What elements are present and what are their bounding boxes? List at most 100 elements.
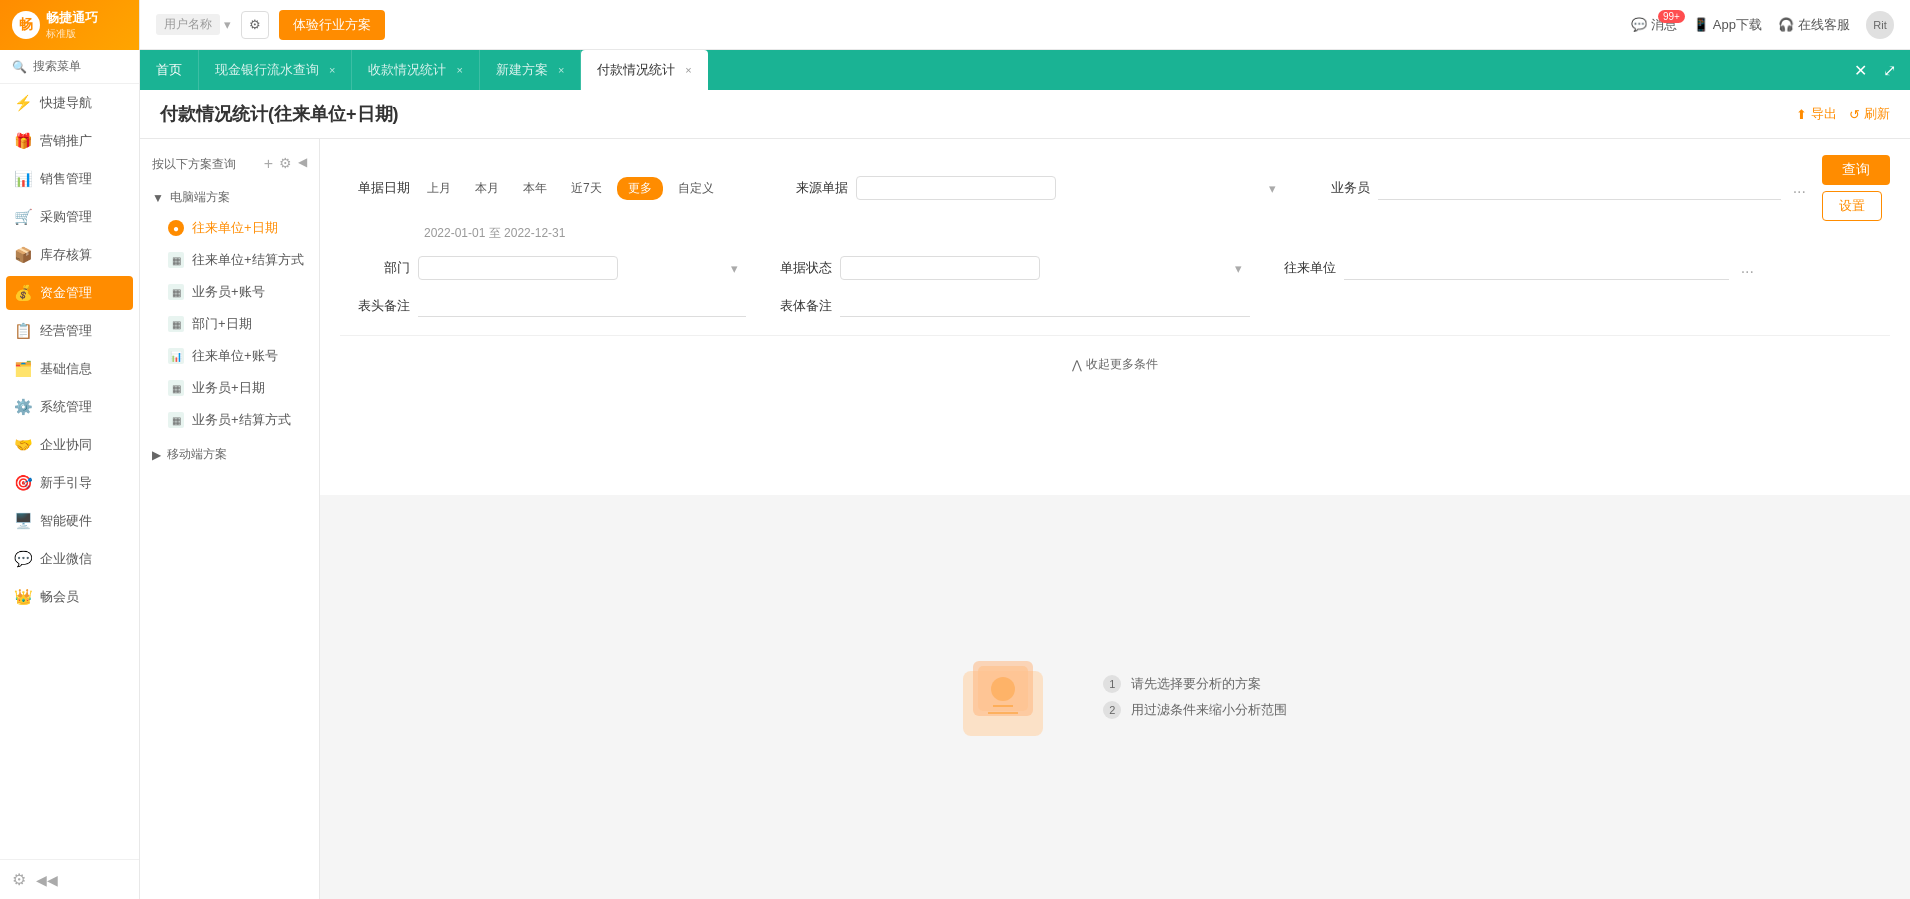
date-more[interactable]: 更多 <box>617 177 663 200</box>
date-custom[interactable]: 自定义 <box>669 177 723 200</box>
sidebar-item-kucun[interactable]: 📦 库存核算 <box>0 236 139 274</box>
tab-receipt-stats[interactable]: 收款情况统计 × <box>352 50 479 90</box>
export-button[interactable]: ⬆ 导出 <box>1796 105 1837 123</box>
dropdown-icon[interactable]: ▾ <box>224 17 231 32</box>
app-download-button[interactable]: 📱 App下载 <box>1693 16 1762 34</box>
scheme-item-label: 往来单位+结算方式 <box>192 251 304 269</box>
sidebar-item-xiaoshou[interactable]: 📊 销售管理 <box>0 160 139 198</box>
date-range-text: 2022-01-01 至 2022-12-31 <box>424 226 565 240</box>
settings-icon[interactable]: ⚙ <box>12 870 26 889</box>
partner-dots[interactable]: ... <box>1741 259 1754 277</box>
sidebar-item-caigou[interactable]: 🛒 采购管理 <box>0 198 139 236</box>
header: 用户名称 ▾ ⚙ 体验行业方案 💬 消息 99+ 📱 App下载 🎧 在线客服 <box>140 0 1910 50</box>
scheme-collapse-button[interactable]: ◀ <box>298 155 307 173</box>
tab-close-icon[interactable]: × <box>685 64 691 76</box>
main-area: 用户名称 ▾ ⚙ 体验行业方案 💬 消息 99+ 📱 App下载 🎧 在线客服 <box>140 0 1910 899</box>
sidebar-item-kuaijie[interactable]: ⚡ 快捷导航 <box>0 84 139 122</box>
scheme-item-sales-date[interactable]: ▦ 业务员+日期 <box>140 372 319 404</box>
scheme-settings-button[interactable]: ⚙ <box>279 155 292 173</box>
jingying-icon: 📋 <box>14 322 32 340</box>
sidebar-item-qiye[interactable]: 🤝 企业协同 <box>0 426 139 464</box>
sidebar-item-yingxiao[interactable]: 🎁 营销推广 <box>0 122 139 160</box>
tab-home[interactable]: 首页 <box>140 50 199 90</box>
source-select[interactable] <box>856 176 1056 200</box>
date-7days[interactable]: 近7天 <box>562 177 611 200</box>
scheme-panel: 按以下方案查询 + ⚙ ◀ ▼ 电脑端方案 ● 往来单位+日期 <box>140 139 320 899</box>
mobile-group-header[interactable]: ▶ 移动端方案 <box>140 440 319 469</box>
tab-close-icon[interactable]: × <box>329 64 335 76</box>
weixin-icon: 💬 <box>14 550 32 568</box>
sidebar-item-xinshou[interactable]: 🎯 新手引导 <box>0 464 139 502</box>
filter-row-2: 部门 单据状态 <box>340 256 1890 280</box>
try-industry-button[interactable]: 体验行业方案 <box>279 10 385 40</box>
tab-new-scheme[interactable]: 新建方案 × <box>480 50 581 90</box>
refresh-button[interactable]: ↺ 刷新 <box>1849 105 1890 123</box>
filter-dept-col: 部门 <box>340 256 746 280</box>
sidebar-search[interactable]: 🔍 搜索菜单 <box>0 50 139 84</box>
filter-area: 单据日期 上月 本月 本年 近7天 更多 自定义 来源单据 <box>320 139 1910 495</box>
user-profile[interactable]: Rit <box>1866 11 1894 39</box>
sidebar-item-label: 销售管理 <box>40 170 92 188</box>
hint-2: 用过滤条件来缩小分析范围 <box>1131 702 1287 717</box>
add-scheme-button[interactable]: + <box>264 155 273 173</box>
filter-row-3: 表头备注 表体备注 <box>340 294 1890 317</box>
pc-group-header[interactable]: ▼ 电脑端方案 <box>140 183 319 212</box>
sidebar-item-label: 新手引导 <box>40 474 92 492</box>
pc-group-label: 电脑端方案 <box>170 189 230 206</box>
scheme-item-partner-date[interactable]: ● 往来单位+日期 <box>140 212 319 244</box>
filter-settings-button[interactable]: 设置 <box>1822 191 1882 221</box>
sidebar-item-zijin[interactable]: 💰 资金管理 <box>6 276 133 310</box>
content: 付款情况统计(往来单位+日期) ⬆ 导出 ↺ 刷新 按以下方案查询 + <box>140 90 1910 899</box>
date-this-year[interactable]: 本年 <box>514 177 556 200</box>
sidebar-collapse-button[interactable]: ◀◀ <box>36 872 58 888</box>
header-left: 用户名称 ▾ ⚙ 体验行业方案 <box>156 10 385 40</box>
sidebar-item-label: 营销推广 <box>40 132 92 150</box>
sidebar-item-jingying[interactable]: 📋 经营管理 <box>0 312 139 350</box>
scheme-item-partner-account[interactable]: 📊 往来单位+账号 <box>140 340 319 372</box>
scheme-item-sales-settle[interactable]: ▦ 业务员+结算方式 <box>140 404 319 436</box>
date-last-month[interactable]: 上月 <box>418 177 460 200</box>
service-label: 在线客服 <box>1798 16 1850 34</box>
tab-label: 首页 <box>156 61 182 79</box>
sidebar-item-xitong[interactable]: ⚙️ 系统管理 <box>0 388 139 426</box>
dept-select[interactable] <box>418 256 618 280</box>
sidebar-item-zhinneg[interactable]: 🖥️ 智能硬件 <box>0 502 139 540</box>
salesman-dots[interactable]: ... <box>1793 179 1806 197</box>
empty-content: 1 请先选择要分析的方案 2 用过滤条件来缩小分析范围 <box>943 641 1287 754</box>
header-settings-button[interactable]: ⚙ <box>241 11 269 39</box>
tab-close-icon[interactable]: × <box>456 64 462 76</box>
tab-cash-bank[interactable]: 现金银行流水查询 × <box>199 50 352 90</box>
query-actions: 查询 设置 <box>1822 155 1890 221</box>
header-note-label: 表头备注 <box>340 297 410 315</box>
sidebar-item-label: 库存核算 <box>40 246 92 264</box>
date-this-month[interactable]: 本月 <box>466 177 508 200</box>
docstatus-select[interactable] <box>840 256 1040 280</box>
sidebar-item-huiyuan[interactable]: 👑 畅会员 <box>0 578 139 616</box>
docstatus-select-wrap <box>840 256 1250 280</box>
salesman-input[interactable] <box>1378 177 1781 200</box>
qiye-icon: 🤝 <box>14 436 32 454</box>
header-note-input[interactable] <box>418 294 746 317</box>
collapse-more-button[interactable]: ⋀ 收起更多条件 <box>1064 348 1166 381</box>
tab-close-icon[interactable]: × <box>558 64 564 76</box>
tab-expand-icon[interactable]: ⤢ <box>1877 59 1902 82</box>
scheme-item-dept-date[interactable]: ▦ 部门+日期 <box>140 308 319 340</box>
tab-payment-stats[interactable]: 付款情况统计 × <box>581 50 707 90</box>
service-icon: 🎧 <box>1778 17 1794 32</box>
gear-icon: ⚙ <box>249 17 261 32</box>
sidebar-item-label: 资金管理 <box>40 284 92 302</box>
online-service-button[interactable]: 🎧 在线客服 <box>1778 16 1850 34</box>
scheme-item-partner-settle[interactable]: ▦ 往来单位+结算方式 <box>140 244 319 276</box>
sidebar-item-weixin[interactable]: 💬 企业微信 <box>0 540 139 578</box>
filter-partner-col: 往来单位 ... <box>1266 257 1754 280</box>
tab-label: 付款情况统计 <box>597 61 675 79</box>
sidebar-item-jichu[interactable]: 🗂️ 基础信息 <box>0 350 139 388</box>
query-button[interactable]: 查询 <box>1822 155 1890 185</box>
message-button[interactable]: 💬 消息 99+ <box>1631 16 1677 34</box>
header-right: 💬 消息 99+ 📱 App下载 🎧 在线客服 Rit <box>1631 11 1894 39</box>
scheme-item-sales-account[interactable]: ▦ 业务员+账号 <box>140 276 319 308</box>
tab-close-all-icon[interactable]: ✕ <box>1848 59 1873 82</box>
body-note-input[interactable] <box>840 294 1250 317</box>
partner-label: 往来单位 <box>1266 259 1336 277</box>
partner-input[interactable] <box>1344 257 1728 280</box>
